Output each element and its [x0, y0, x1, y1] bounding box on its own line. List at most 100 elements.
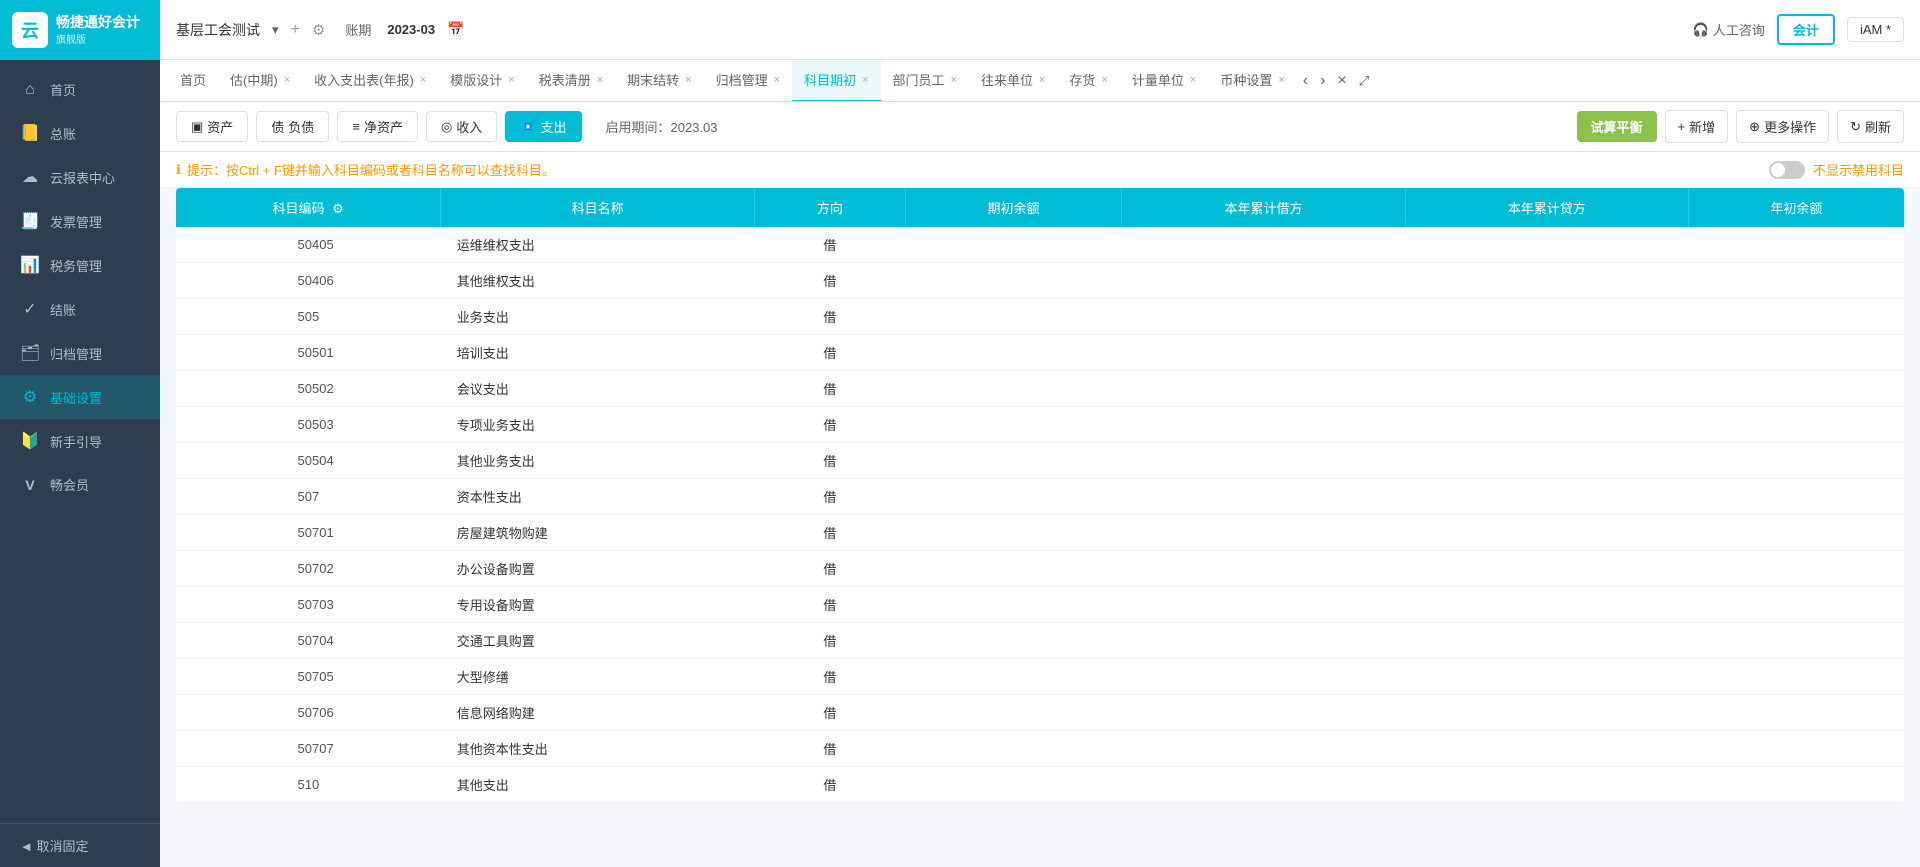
cell-direction: 借 [755, 587, 906, 623]
tab-tax[interactable]: 税表清册 × [527, 60, 615, 102]
table-row[interactable]: 50501 培训支出 借 [176, 335, 1904, 371]
table-row[interactable]: 505 业务支出 借 [176, 299, 1904, 335]
table-row[interactable]: 50701 房屋建筑物购建 借 [176, 515, 1904, 551]
table-row[interactable]: 50705 大型修缮 借 [176, 659, 1904, 695]
sidebar-item-archive[interactable]: 🗂 归档管理 [0, 331, 160, 375]
subtab-liability[interactable]: 债 负债 [256, 111, 329, 142]
table-row[interactable]: 510 其他支出 借 [176, 767, 1904, 803]
ledger-icon: 📒 [20, 123, 40, 143]
tab-dept-staff[interactable]: 部门员工 × [881, 60, 969, 102]
disable-toggle[interactable] [1769, 161, 1805, 179]
table-row[interactable]: 50707 其他资本性支出 借 [176, 731, 1904, 767]
table-row[interactable]: 50704 交通工具购置 借 [176, 623, 1904, 659]
sidebar-item-invoice[interactable]: 🧾 发票管理 [0, 199, 160, 243]
tab-close-all[interactable]: × [1331, 68, 1352, 94]
table-row[interactable]: 50504 其他业务支出 借 [176, 443, 1904, 479]
guide-icon: 🔰 [20, 431, 40, 451]
cell-code: 50406 [176, 263, 441, 299]
col-code[interactable]: 科目编码 ⚙ [176, 188, 441, 227]
iam-badge[interactable]: iAM * [1847, 17, 1904, 42]
tab-archive[interactable]: 归档管理 × [704, 60, 792, 102]
close-icon[interactable]: × [597, 74, 603, 86]
tab-qs[interactable]: 估(中期) × [218, 60, 302, 102]
tab-counterpart[interactable]: 往来单位 × [969, 60, 1057, 102]
cell-ytd-debit [1122, 227, 1405, 263]
close-icon[interactable]: × [951, 74, 957, 86]
close-icon[interactable]: × [685, 74, 691, 86]
sidebar-item-reports[interactable]: ☁ 云报表中心 [0, 155, 160, 199]
tab-subject-period[interactable]: 科目期初 × [792, 60, 880, 102]
info-icon: ℹ [176, 162, 181, 178]
close-icon[interactable]: × [862, 74, 868, 86]
table-row[interactable]: 50406 其他维权支出 借 [176, 263, 1904, 299]
close-icon[interactable]: × [774, 74, 780, 86]
close-icon[interactable]: × [1190, 74, 1196, 86]
table-row[interactable]: 50706 信息网络购建 借 [176, 695, 1904, 731]
sidebar-item-member[interactable]: V 畅会员 [0, 463, 160, 506]
subtab-income[interactable]: ◎ 收入 [426, 111, 497, 142]
hint-toggle: 不显示禁用科目 [1769, 160, 1904, 179]
calc-balance-button[interactable]: 试算平衡 [1577, 111, 1657, 142]
close-icon[interactable]: × [508, 74, 514, 86]
service-button[interactable]: 🎧 人工咨询 [1693, 20, 1765, 39]
sidebar-item-closing[interactable]: ✓ 结账 [0, 287, 160, 331]
sidebar-item-home[interactable]: ⌂ 首页 [0, 68, 160, 111]
tab-nav-prev[interactable]: ‹ [1297, 68, 1314, 94]
cell-direction: 借 [755, 335, 906, 371]
sidebar-item-guide[interactable]: 🔰 新手引导 [0, 419, 160, 463]
close-icon[interactable]: × [284, 74, 290, 86]
cell-ytd-credit [1405, 659, 1688, 695]
settings-icon[interactable]: ⚙ [312, 21, 325, 39]
sidebar-item-ledger[interactable]: 📒 总账 [0, 111, 160, 155]
close-icon[interactable]: × [1101, 74, 1107, 86]
tab-period-end[interactable]: 期末结转 × [615, 60, 703, 102]
cell-code: 50707 [176, 731, 441, 767]
cell-direction: 借 [755, 407, 906, 443]
tab-nav-next[interactable]: › [1314, 68, 1331, 94]
sidebar-item-settings[interactable]: ⚙ 基础设置 [0, 375, 160, 419]
project-name[interactable]: 基层工会测试 [176, 20, 260, 40]
sidebar-footer[interactable]: ◄ 取消固定 [0, 823, 160, 867]
tab-template[interactable]: 模版设计 × [438, 60, 526, 102]
table-row[interactable]: 50503 专项业务支出 借 [176, 407, 1904, 443]
close-icon[interactable]: × [1278, 74, 1284, 86]
tab-income-report[interactable]: 收入支出表(年报) × [302, 60, 438, 102]
add-tab-icon[interactable]: + [291, 21, 300, 39]
cell-opening [905, 299, 1122, 335]
tab-inventory[interactable]: 存货 × [1057, 60, 1119, 102]
close-icon[interactable]: × [1039, 74, 1045, 86]
more-operations-button[interactable]: ⊕ 更多操作 [1736, 110, 1829, 143]
subtab-expense[interactable]: 💠 支出 [505, 111, 581, 142]
account-button[interactable]: 会计 [1777, 14, 1835, 45]
subtab-net-asset[interactable]: ≡ 净资产 [337, 111, 418, 142]
refresh-button[interactable]: ↻ 刷新 [1837, 110, 1904, 143]
table-row[interactable]: 50702 办公设备购置 借 [176, 551, 1904, 587]
close-icon[interactable]: × [420, 74, 426, 86]
cell-code: 510 [176, 767, 441, 803]
cell-direction: 借 [755, 515, 906, 551]
tab-home[interactable]: 首页 [168, 60, 218, 102]
cell-name: 办公设备购置 [441, 551, 755, 587]
add-button[interactable]: + 新增 [1665, 110, 1729, 143]
table-row[interactable]: 50703 专用设备购置 借 [176, 587, 1904, 623]
sidebar-item-label: 首页 [50, 80, 76, 99]
sidebar-item-tax[interactable]: 📊 税务管理 [0, 243, 160, 287]
col-settings-icon[interactable]: ⚙ [332, 201, 344, 216]
calendar-icon[interactable]: 📅 [447, 21, 464, 38]
tab-currency[interactable]: 币种设置 × [1208, 60, 1296, 102]
table-row[interactable]: 50502 会议支出 借 [176, 371, 1904, 407]
cell-ytd-debit [1122, 263, 1405, 299]
subtab-asset[interactable]: ▣ 资产 [176, 111, 248, 142]
dropdown-icon[interactable]: ▾ [272, 22, 279, 38]
tab-measure[interactable]: 计量单位 × [1120, 60, 1208, 102]
cell-ytd-debit [1122, 479, 1405, 515]
cell-code: 507 [176, 479, 441, 515]
tab-expand[interactable]: ⤢ [1353, 69, 1375, 93]
cell-opening [905, 227, 1122, 263]
liability-icon: 债 [271, 117, 284, 136]
table-row[interactable]: 507 资本性支出 借 [176, 479, 1904, 515]
cell-ytd-credit [1405, 515, 1688, 551]
reports-icon: ☁ [20, 167, 40, 187]
table-row[interactable]: 50405 运维维权支出 借 [176, 227, 1904, 263]
toggle-knob [1771, 163, 1785, 177]
